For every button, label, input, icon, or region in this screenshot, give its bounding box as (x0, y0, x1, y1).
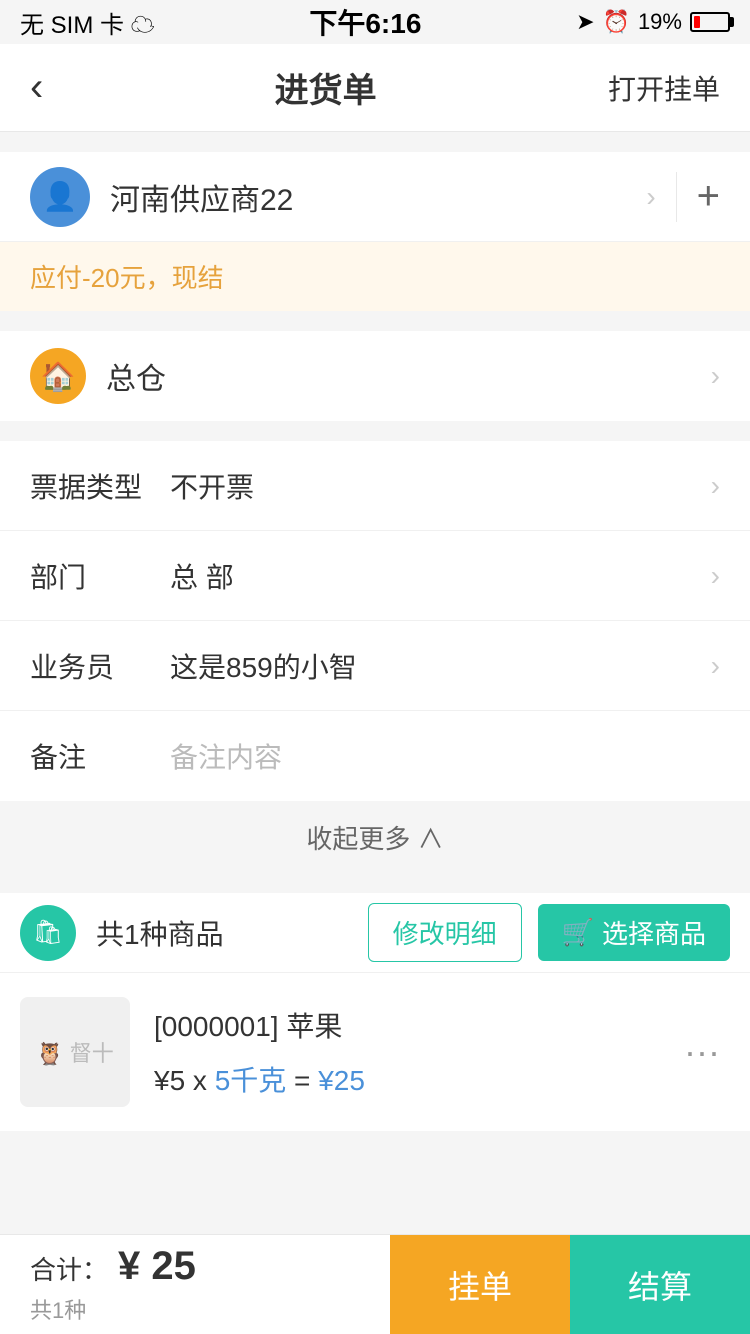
warehouse-icon: 🏠 (30, 348, 86, 404)
price-eq: = (286, 1065, 318, 1096)
invoice-value: 不开票 (160, 466, 711, 506)
select-product-label: 选择商品 (602, 914, 706, 951)
thumb-text: 🦉 督十 (36, 1036, 114, 1068)
total-label: 合计： (30, 1250, 108, 1287)
dept-label: 部门 (30, 556, 160, 596)
supplier-avatar: 👤 (30, 167, 90, 227)
total-amount: ¥ 25 (118, 1244, 196, 1289)
warehouse-name: 总仓 (106, 354, 711, 398)
product-price: ¥5 x 5千克 = ¥25 (154, 1059, 674, 1099)
battery-text: 19% (638, 9, 682, 35)
edit-detail-button[interactable]: 修改明细 (368, 903, 522, 962)
dept-row[interactable]: 部门 总 部 › (0, 531, 750, 621)
open-hang-button[interactable]: 打开挂单 (608, 68, 720, 108)
remark-row[interactable]: 备注 备注内容 (0, 711, 750, 801)
warehouse-row[interactable]: 🏠 总仓 › (0, 331, 750, 421)
top-divider (0, 132, 750, 152)
bottom-spacer (0, 1131, 750, 1251)
product-icon: 🛍 (20, 905, 76, 961)
product-thumbnail: 🦉 督十 (20, 997, 130, 1107)
location-icon: ➤ (576, 9, 594, 35)
supplier-row[interactable]: 👤 河南供应商22 › + (0, 152, 750, 242)
divider-1 (0, 311, 750, 331)
warehouse-section: 🏠 总仓 › (0, 331, 750, 421)
product-info: [0000001] 苹果 ¥5 x 5千克 = ¥25 (154, 1005, 674, 1099)
product-count: 共1种商品 (96, 913, 368, 953)
product-total: ¥25 (318, 1065, 365, 1096)
form-section: 票据类型 不开票 › 部门 总 部 › 业务员 这是859的小智 › 备注 备注… (0, 441, 750, 801)
notice-bar: 应付-20元，现结 (0, 242, 750, 311)
remark-label: 备注 (30, 736, 160, 776)
supplier-chevron-icon: › (646, 181, 655, 213)
product-name: [0000001] 苹果 (154, 1005, 674, 1045)
price-unit: ¥5 x (154, 1065, 215, 1096)
status-time: 下午6:16 (309, 2, 421, 42)
alarm-icon: ⏰ (603, 9, 630, 35)
warehouse-chevron-icon: › (711, 360, 720, 392)
home-icon: 🏠 (41, 360, 76, 393)
signal-text: 无 SIM 卡 ☁ (20, 5, 155, 40)
select-product-icon: 🛒 (562, 917, 594, 948)
product-item: 🦉 督十 [0000001] 苹果 ¥5 x 5千克 = ¥25 ··· (0, 973, 750, 1131)
status-right: ➤ ⏰ 19% (576, 9, 730, 35)
supplier-name: 河南供应商22 (110, 175, 646, 219)
back-button[interactable]: ‹ (30, 65, 43, 110)
vertical-divider (676, 172, 677, 222)
cart-icon: 🛍 (33, 918, 63, 947)
collapse-button[interactable]: 收起更多 ∧ (0, 801, 750, 873)
nav-bar: ‹ 进货单 打开挂单 (0, 44, 750, 132)
total-section: 合计： ¥ 25 共1种 (0, 1244, 390, 1325)
sales-value: 这是859的小智 (160, 646, 711, 686)
sales-label: 业务员 (30, 646, 160, 686)
status-bar: 无 SIM 卡 ☁ 下午6:16 ➤ ⏰ 19% (0, 0, 750, 44)
select-product-button[interactable]: 🛒 选择商品 (538, 904, 730, 961)
invoice-type-row[interactable]: 票据类型 不开票 › (0, 441, 750, 531)
hang-button[interactable]: 挂单 (390, 1235, 570, 1334)
dept-chevron-icon: › (711, 560, 720, 592)
total-sub: 共1种 (30, 1293, 360, 1325)
page-title: 进货单 (275, 63, 377, 112)
status-left: 无 SIM 卡 ☁ (20, 5, 155, 40)
add-supplier-button[interactable]: + (697, 174, 720, 219)
checkout-button[interactable]: 结算 (570, 1235, 750, 1334)
avatar-icon: 👤 (43, 180, 78, 213)
product-section: 🛍 共1种商品 修改明细 🛒 选择商品 🦉 督十 [0000001] 苹果 ¥5… (0, 893, 750, 1131)
sales-chevron-icon: › (711, 650, 720, 682)
invoice-label: 票据类型 (30, 466, 160, 506)
product-qty: 5千克 (215, 1065, 287, 1096)
sales-row[interactable]: 业务员 这是859的小智 › (0, 621, 750, 711)
total-row: 合计： ¥ 25 (30, 1244, 360, 1289)
remark-input[interactable]: 备注内容 (160, 736, 720, 776)
battery-icon (690, 12, 730, 32)
bottom-bar: 合计： ¥ 25 共1种 挂单 结算 (0, 1234, 750, 1334)
product-more-button[interactable]: ··· (674, 1031, 730, 1073)
product-header: 🛍 共1种商品 修改明细 🛒 选择商品 (0, 893, 750, 973)
invoice-chevron-icon: › (711, 470, 720, 502)
dept-value: 总 部 (160, 556, 711, 596)
supplier-section: 👤 河南供应商22 › + 应付-20元，现结 (0, 152, 750, 311)
collapse-label: 收起更多 ∧ (306, 819, 443, 856)
notice-text: 应付-20元，现结 (30, 263, 224, 293)
